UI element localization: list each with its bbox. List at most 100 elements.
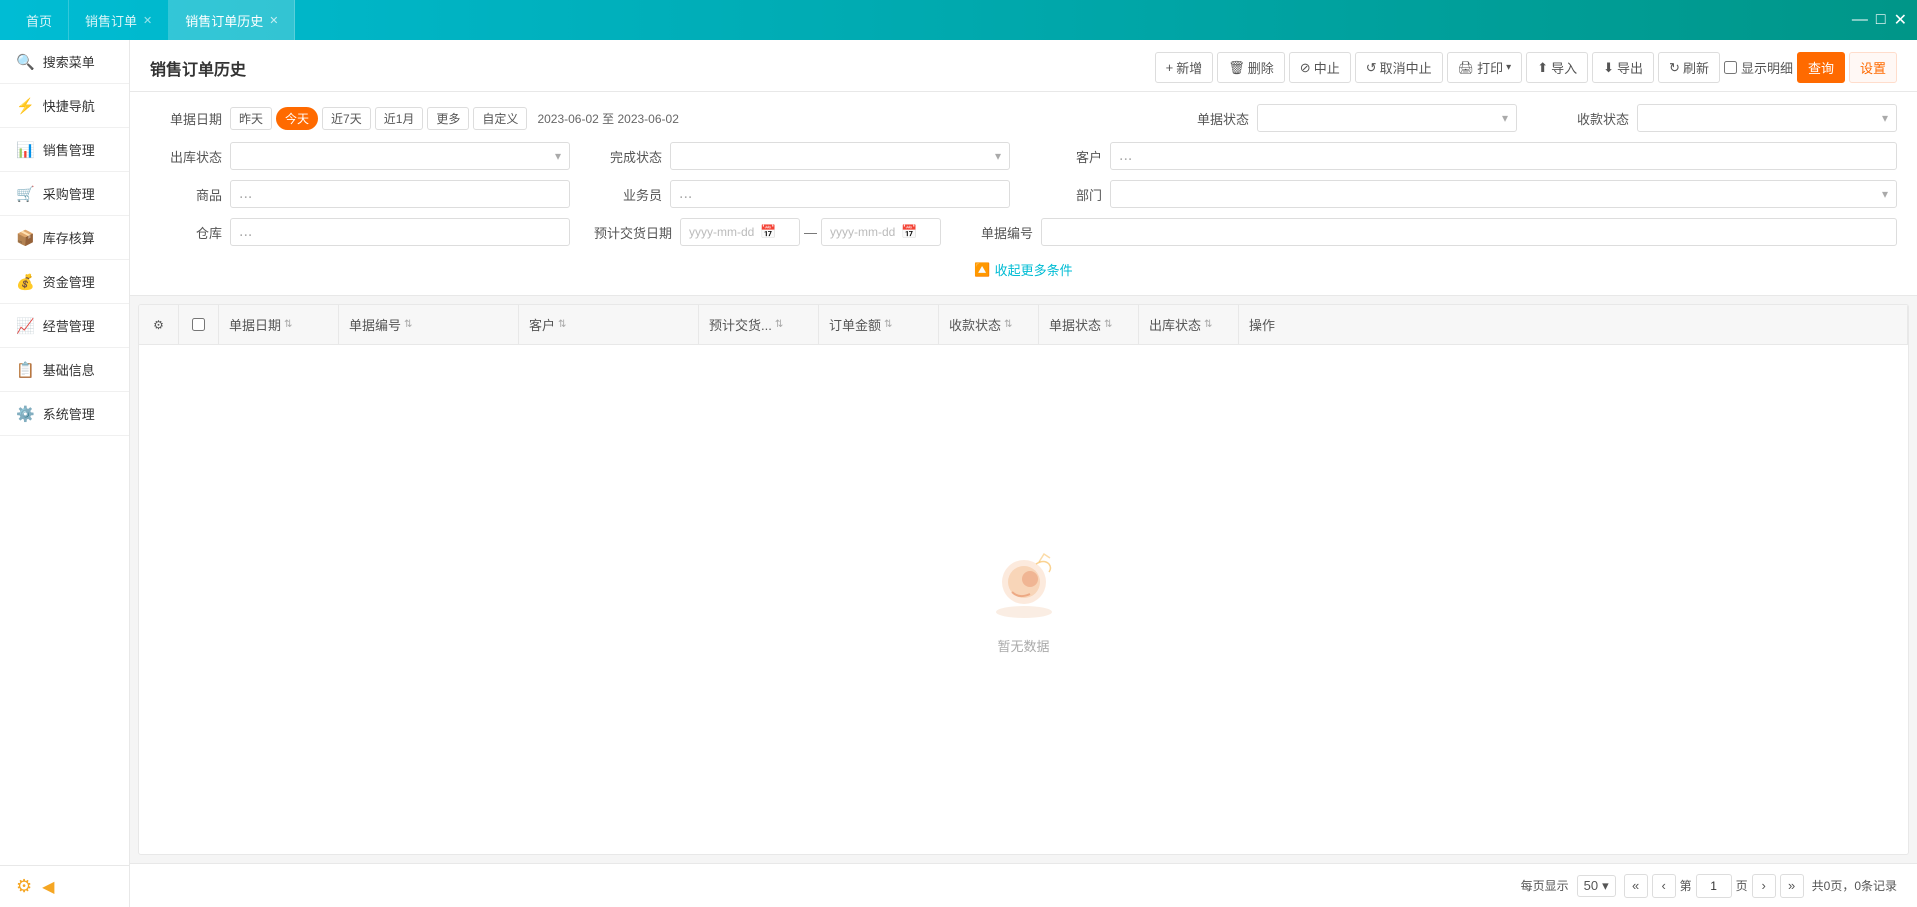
sidebar: 🔍 搜索菜单 ⚡ 快捷导航 📊 销售管理 🛒 采购管理 📦 库存核算 💰 资金管… (0, 40, 130, 907)
import-button[interactable]: ⬆ 导入 (1526, 52, 1588, 83)
th-customer-label: 客户 (529, 315, 555, 334)
prev-page-button[interactable]: ‹ (1652, 874, 1676, 898)
dept-select[interactable]: ▾ (1110, 180, 1897, 208)
settings-button[interactable]: 设置 (1849, 52, 1897, 83)
prev-page-icon: ‹ (1661, 878, 1665, 893)
minimize-button[interactable]: — (1852, 11, 1868, 29)
first-page-button[interactable]: « (1624, 874, 1648, 898)
order-status-chevron: ▾ (1502, 111, 1508, 125)
sort-date-icon: ⇅ (284, 319, 292, 330)
restore-button[interactable]: □ (1876, 11, 1886, 29)
query-button[interactable]: 查询 (1797, 52, 1845, 83)
tab-sales-history[interactable]: 销售订单历史 ✕ (169, 0, 295, 40)
export-icon: ⬇ (1603, 60, 1614, 76)
date-custom[interactable]: 自定义 (473, 107, 527, 130)
sidebar-item-finance[interactable]: 💰 资金管理 (0, 260, 129, 304)
delivery-to-placeholder: yyyy-mm-dd (830, 225, 895, 239)
order-no-input[interactable] (1041, 218, 1897, 246)
out-status-chevron: ▾ (555, 149, 561, 163)
cancel-stop-button[interactable]: ↺ 取消中止 (1355, 52, 1443, 83)
refresh-label: 刷新 (1683, 58, 1709, 77)
page-size-select[interactable]: 50 ▾ (1577, 875, 1616, 897)
th-out-status[interactable]: 出库状态 ⇅ (1139, 305, 1239, 344)
date-today[interactable]: 今天 (276, 107, 318, 130)
operations-icon: 📈 (16, 317, 35, 335)
stop-button[interactable]: ⊘ 中止 (1289, 52, 1351, 83)
import-icon: ⬆ (1537, 60, 1548, 76)
next-page-button[interactable]: › (1752, 874, 1776, 898)
sidebar-item-search-menu[interactable]: 🔍 搜索菜单 (0, 40, 129, 84)
th-order-status[interactable]: 单据状态 ⇅ (1039, 305, 1139, 344)
cal-to-icon: 📅 (901, 224, 917, 240)
display-columns-checkbox[interactable] (1724, 61, 1737, 74)
refresh-icon: ↻ (1669, 60, 1680, 76)
print-button[interactable]: 🖨 打印 ▾ (1447, 52, 1523, 83)
sidebar-settings-icon[interactable]: ⚙ (16, 876, 32, 897)
date-7days[interactable]: 近7天 (322, 107, 371, 130)
out-status-select[interactable]: ▾ (230, 142, 570, 170)
delete-icon: 🗑 (1228, 60, 1245, 76)
delete-button[interactable]: 🗑 删除 (1217, 52, 1285, 83)
date-1month[interactable]: 近1月 (375, 107, 424, 130)
filter-row-4: 仓库 ... 预计交货日期 yyyy-mm-dd 📅 — yyyy-mm-dd … (150, 218, 1897, 246)
sidebar-item-purchase[interactable]: 🛒 采购管理 (0, 172, 129, 216)
sidebar-item-base-info[interactable]: 📋 基础信息 (0, 348, 129, 392)
dept-label: 部门 (1030, 185, 1110, 204)
complete-status-select[interactable]: ▾ (670, 142, 1010, 170)
sidebar-item-inventory[interactable]: 📦 库存核算 (0, 216, 129, 260)
delivery-date-to[interactable]: yyyy-mm-dd 📅 (821, 218, 941, 246)
order-status-select[interactable]: ▾ (1257, 104, 1517, 132)
tab-home[interactable]: 首页 (10, 0, 69, 40)
select-all-checkbox[interactable] (192, 318, 205, 331)
sort-out-icon: ⇅ (1204, 319, 1212, 330)
th-pay-status[interactable]: 收款状态 ⇅ (939, 305, 1039, 344)
delivery-date-from[interactable]: yyyy-mm-dd 📅 (680, 218, 800, 246)
page-size-value: 50 (1584, 878, 1598, 893)
refresh-button[interactable]: ↻ 刷新 (1658, 52, 1720, 83)
customer-label: 客户 (1030, 147, 1110, 166)
th-order-no[interactable]: 单据编号 ⇅ (339, 305, 519, 344)
tab-sales-order[interactable]: 销售订单 ✕ (69, 0, 169, 40)
th-date[interactable]: 单据日期 ⇅ (219, 305, 339, 344)
th-checkbox[interactable] (179, 305, 219, 344)
new-button[interactable]: + 新增 (1155, 52, 1214, 83)
th-delivery[interactable]: 预计交货... ⇅ (699, 305, 819, 344)
tab-sales-history-close[interactable]: ✕ (269, 14, 278, 27)
empty-state: 暂无数据 (984, 544, 1064, 655)
sidebar-item-operations[interactable]: 📈 经营管理 (0, 304, 129, 348)
finance-icon: 💰 (16, 273, 35, 291)
purchase-icon: 🛒 (16, 185, 35, 203)
page-number-input[interactable] (1696, 874, 1732, 898)
th-actions-label: 操作 (1249, 315, 1275, 334)
complete-status-chevron: ▾ (995, 149, 1001, 163)
display-columns-label[interactable]: 显示明细 (1724, 58, 1793, 77)
export-label: 导出 (1617, 58, 1643, 77)
pay-status-select[interactable]: ▾ (1637, 104, 1897, 132)
sidebar-collapse-icon[interactable]: ◀ (42, 877, 54, 897)
sidebar-item-sales[interactable]: 📊 销售管理 (0, 128, 129, 172)
export-button[interactable]: ⬇ 导出 (1592, 52, 1654, 83)
tab-sales-order-close[interactable]: ✕ (143, 14, 152, 27)
last-page-button[interactable]: » (1780, 874, 1804, 898)
goods-input[interactable]: ... (230, 180, 570, 208)
customer-input[interactable]: ... (1110, 142, 1897, 170)
date-more[interactable]: 更多 (427, 107, 469, 130)
page-label: 第 (1680, 877, 1692, 894)
sidebar-item-sales-label: 销售管理 (43, 140, 95, 159)
table-header: ⚙ 单据日期 ⇅ 单据编号 ⇅ 客户 ⇅ 预计交货... (139, 305, 1908, 345)
th-amount[interactable]: 订单金额 ⇅ (819, 305, 939, 344)
date-yesterday[interactable]: 昨天 (230, 107, 272, 130)
tab-sales-order-label: 销售订单 (85, 11, 137, 30)
th-gear[interactable]: ⚙ (139, 305, 179, 344)
sidebar-item-quick-nav[interactable]: ⚡ 快捷导航 (0, 84, 129, 128)
sidebar-item-finance-label: 资金管理 (43, 272, 95, 291)
warehouse-input[interactable]: ... (230, 218, 570, 246)
sort-amount-icon: ⇅ (884, 319, 892, 330)
collapse-row[interactable]: 🔼 收起更多条件 (150, 256, 1897, 283)
goods-label: 商品 (150, 185, 230, 204)
salesperson-input[interactable]: ... (670, 180, 1010, 208)
close-button[interactable]: ✕ (1894, 10, 1907, 30)
sidebar-item-system[interactable]: ⚙️ 系统管理 (0, 392, 129, 436)
th-customer[interactable]: 客户 ⇅ (519, 305, 699, 344)
total-info: 共0页，0条记录 (1812, 877, 1897, 894)
